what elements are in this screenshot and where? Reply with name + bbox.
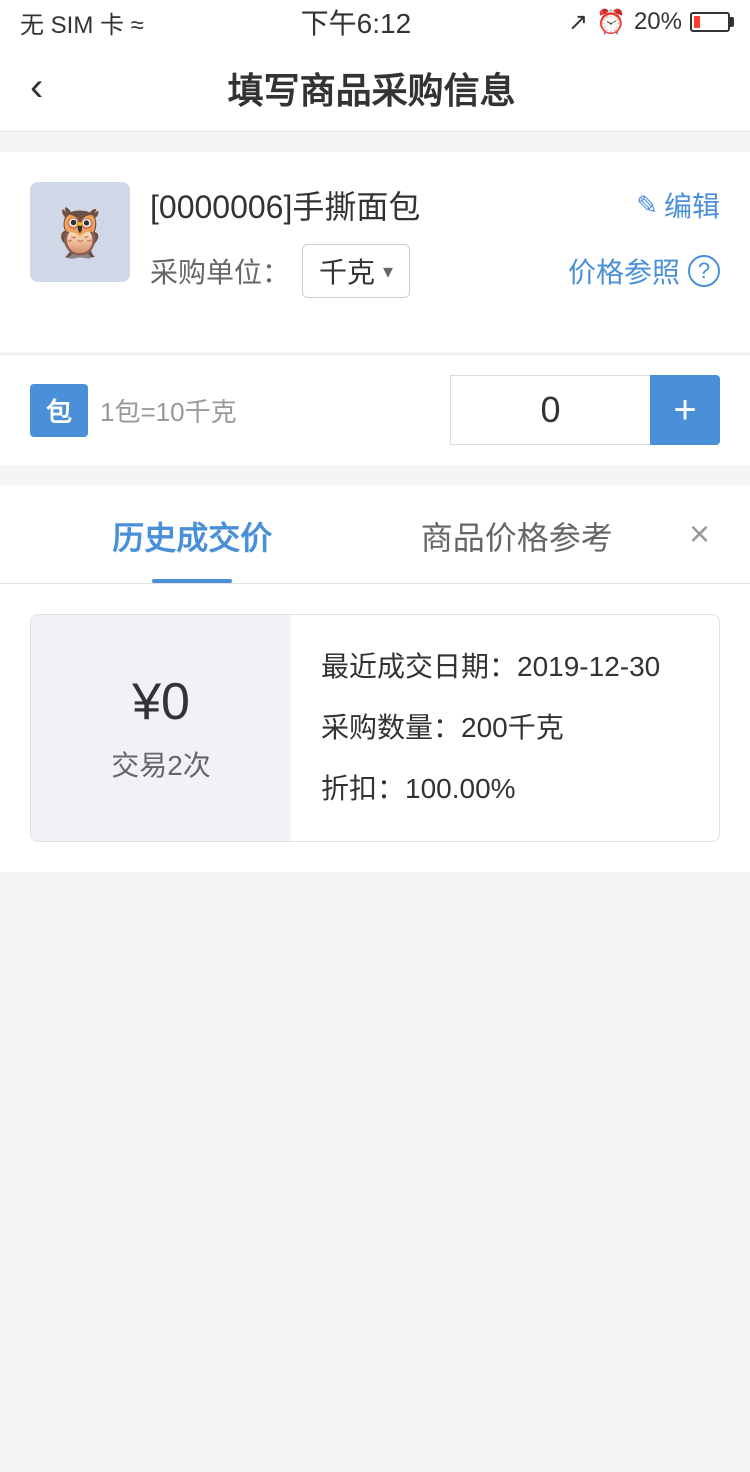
battery-percent: 20% <box>634 8 682 36</box>
page-title: 填写商品采购信息 <box>63 62 680 114</box>
tabs-header: 历史成交价 商品价格参考 × <box>0 485 750 584</box>
quantity-row: 包 1包=10千克 + <box>0 354 750 465</box>
quantity-control: + <box>450 375 720 445</box>
status-time: 下午6:12 <box>301 2 412 42</box>
battery-icon <box>690 12 730 32</box>
alarm-icon: ⏰ <box>596 8 626 37</box>
tab-price-ref-label: 商品价格参考 <box>421 520 613 556</box>
status-left: 无 SIM 卡 ≈ <box>20 5 144 40</box>
unit-conversion: 1包=10千克 <box>100 392 237 429</box>
date-value: 2019-12-30 <box>517 651 660 682</box>
unit-selector-group: 采购单位： 千克 ▾ <box>150 244 410 298</box>
date-label: 最近成交日期： <box>321 651 517 682</box>
edit-icon: ✎ <box>636 190 658 221</box>
tab-close-button[interactable]: × <box>679 503 720 565</box>
product-card: 🦉 [0000006]手撕面包 ✎ 编辑 采购单位： 千克 ▾ <box>0 152 750 352</box>
history-card: ¥0 交易2次 最近成交日期：2019-12-30 采购数量：200千克 折扣：… <box>30 614 720 842</box>
history-quantity-row: 采购数量：200千克 <box>321 706 689 751</box>
product-thumb-icon: 🦉 <box>50 204 110 261</box>
quantity-value: 200千克 <box>461 712 564 743</box>
status-bar: 无 SIM 卡 ≈ 下午6:12 ↗ ⏰ 20% <box>0 0 750 44</box>
quantity-plus-button[interactable]: + <box>650 375 720 445</box>
product-name-row: [0000006]手撕面包 ✎ 编辑 <box>150 182 720 228</box>
edit-button[interactable]: ✎ 编辑 <box>636 185 720 225</box>
unit-label: 采购单位： <box>150 251 290 291</box>
tabs-section: 历史成交价 商品价格参考 × ¥0 交易2次 最近成交日期：2019-12-30… <box>0 485 750 872</box>
history-date-row: 最近成交日期：2019-12-30 <box>321 645 689 690</box>
discount-value: 100.00% <box>405 773 516 804</box>
edit-label: 编辑 <box>664 185 720 225</box>
purchase-unit-row: 采购单位： 千克 ▾ 价格参照 ? <box>150 244 720 298</box>
unit-dropdown[interactable]: 千克 ▾ <box>302 244 410 298</box>
back-button[interactable]: ‹ <box>30 65 43 110</box>
unit-value: 千克 <box>319 251 375 291</box>
dropdown-arrow-icon: ▾ <box>383 259 393 284</box>
tab-history-label: 历史成交价 <box>112 520 272 556</box>
product-thumbnail: 🦉 <box>30 182 130 282</box>
tab-product-price-ref[interactable]: 商品价格参考 <box>354 485 678 583</box>
help-icon: ? <box>688 255 720 287</box>
status-right: ↗ ⏰ 20% <box>568 8 730 37</box>
empty-area <box>0 872 750 1472</box>
history-price: ¥0 <box>132 672 190 732</box>
location-icon: ↗ <box>568 8 588 37</box>
history-left: ¥0 交易2次 <box>31 615 291 841</box>
price-ref-label: 价格参照 <box>568 251 680 291</box>
sim-status: 无 SIM 卡 ≈ <box>20 5 144 40</box>
nav-bar: ‹ 填写商品采购信息 <box>0 44 750 132</box>
unit-box-label: 包 <box>30 384 88 437</box>
product-name: [0000006]手撕面包 <box>150 182 420 228</box>
quantity-label: 采购数量： <box>321 712 461 743</box>
history-count: 交易2次 <box>111 744 211 784</box>
product-info: [0000006]手撕面包 ✎ 编辑 采购单位： 千克 ▾ 价格参照 ? <box>150 182 720 298</box>
product-header: 🦉 [0000006]手撕面包 ✎ 编辑 采购单位： 千克 ▾ <box>30 182 720 298</box>
tab-history-price[interactable]: 历史成交价 <box>30 485 354 583</box>
discount-label: 折扣： <box>321 773 405 804</box>
tab-content-history: ¥0 交易2次 最近成交日期：2019-12-30 采购数量：200千克 折扣：… <box>0 584 750 872</box>
history-right: 最近成交日期：2019-12-30 采购数量：200千克 折扣：100.00% <box>291 615 719 841</box>
quantity-input[interactable] <box>450 375 650 445</box>
unit-info: 包 1包=10千克 <box>30 384 237 437</box>
history-discount-row: 折扣：100.00% <box>321 767 689 812</box>
price-reference-link[interactable]: 价格参照 ? <box>568 251 720 291</box>
